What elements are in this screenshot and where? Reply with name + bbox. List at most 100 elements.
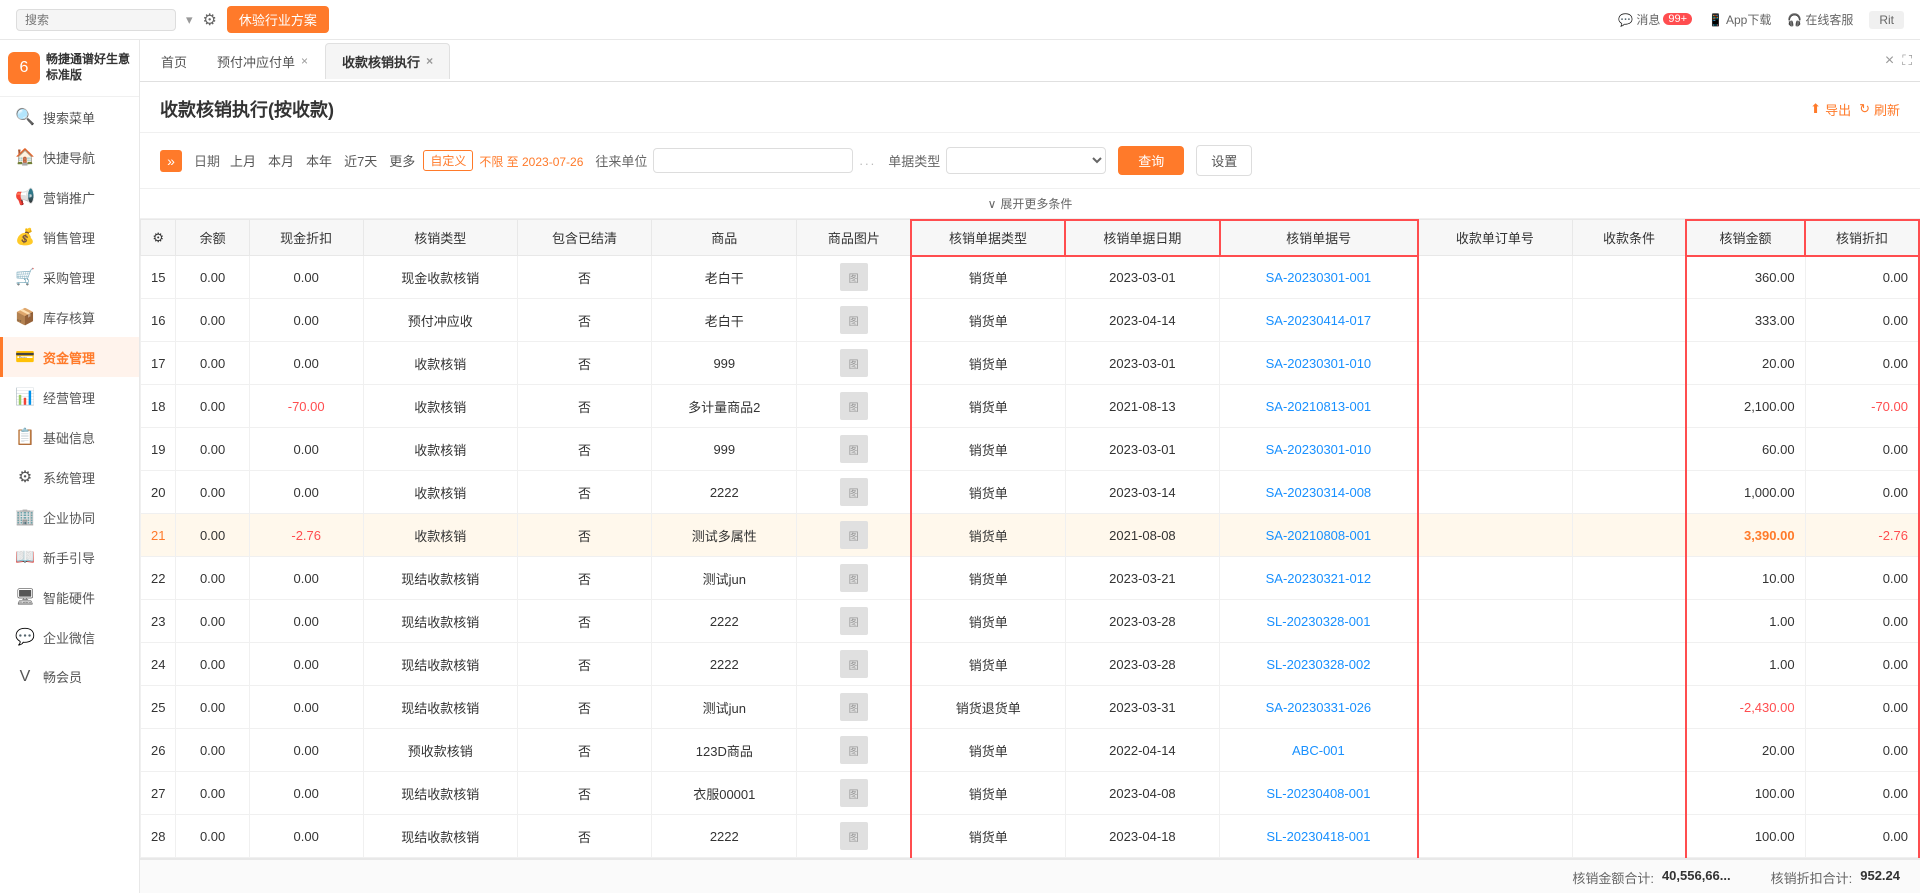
row-writeoff-bill-no[interactable]: SA-20230301-010 bbox=[1220, 342, 1418, 385]
sidebar-item-sales[interactable]: 💰 销售管理 bbox=[0, 217, 139, 257]
date-last-month[interactable]: 上月 bbox=[226, 149, 260, 172]
sidebar-item-inventory[interactable]: 📦 库存核算 bbox=[0, 297, 139, 337]
prepay-tab-close[interactable]: × bbox=[301, 54, 308, 68]
table-container: ⚙ 余额 现金折扣 核销类型 包含已结清 商品 商品图片 核销单据类型 核销单据… bbox=[140, 219, 1920, 858]
tab-collect[interactable]: 收款核销执行 × bbox=[325, 43, 450, 79]
row-writeoff-bill-no[interactable]: SA-20230301-001 bbox=[1220, 256, 1418, 299]
row-collect-order-no bbox=[1418, 772, 1572, 815]
sidebar-item-system[interactable]: ⚙ 系统管理 bbox=[0, 457, 139, 497]
sidebar-item-guide[interactable]: 📖 新手引导 bbox=[0, 537, 139, 577]
row-writeoff-bill-no[interactable]: SA-20230301-010 bbox=[1220, 428, 1418, 471]
bill-type-select[interactable] bbox=[946, 147, 1106, 174]
row-writeoff-discount: 0.00 bbox=[1805, 729, 1919, 772]
row-writeoff-bill-no[interactable]: SA-20210808-001 bbox=[1220, 514, 1418, 557]
close-all-icon[interactable]: × bbox=[1885, 52, 1894, 70]
bill-no-link[interactable]: SA-20230301-010 bbox=[1266, 356, 1372, 371]
app-download-btn[interactable]: 📱 App下载 bbox=[1708, 11, 1771, 28]
online-service-btn[interactable]: 🎧 在线客服 bbox=[1787, 11, 1853, 28]
row-writeoff-bill-no[interactable]: SA-20230314-008 bbox=[1220, 471, 1418, 514]
sidebar-label: 搜索菜单 bbox=[43, 108, 95, 127]
top-search-input[interactable] bbox=[16, 9, 176, 31]
message-btn[interactable]: 💬 消息 99+ bbox=[1618, 11, 1692, 28]
expand-more-button[interactable]: ∨ 展开更多条件 bbox=[988, 195, 1073, 212]
bill-no-link[interactable]: SA-20230321-012 bbox=[1266, 571, 1372, 586]
tab-home[interactable]: 首页 bbox=[148, 43, 200, 79]
row-writeoff-amount: 10.00 bbox=[1686, 557, 1805, 600]
row-goods-image: 图 bbox=[797, 815, 911, 858]
from-unit-input[interactable] bbox=[653, 148, 853, 173]
date-filter-group: 日期 上月 本月 本年 近7天 更多 自定义 不限 至 2023-07-26 bbox=[194, 149, 583, 172]
date-this-year[interactable]: 本年 bbox=[302, 149, 336, 172]
settings-icon[interactable]: ⚙ bbox=[203, 10, 217, 30]
expand-label: 展开更多条件 bbox=[1000, 195, 1072, 212]
bill-no-link[interactable]: SA-20230301-001 bbox=[1266, 270, 1372, 285]
col-writeoff-bill-date: 核销单据日期 bbox=[1065, 220, 1219, 256]
sidebar-item-hardware[interactable]: 🖥 智能硬件 bbox=[0, 577, 139, 617]
row-writeoff-bill-no[interactable]: SL-20230418-001 bbox=[1220, 815, 1418, 858]
industry-btn[interactable]: 休验行业方案 bbox=[227, 6, 329, 33]
sidebar-item-marketing[interactable]: 📢 营销推广 bbox=[0, 177, 139, 217]
tab-prepay[interactable]: 预付冲应付单 × bbox=[200, 43, 325, 79]
row-writeoff-bill-date: 2023-03-28 bbox=[1065, 600, 1219, 643]
row-no: 15 bbox=[141, 256, 176, 299]
collect-tab-close[interactable]: × bbox=[426, 54, 433, 68]
date-7days[interactable]: 近7天 bbox=[340, 149, 381, 172]
row-writeoff-bill-no[interactable]: SA-20230414-017 bbox=[1220, 299, 1418, 342]
row-writeoff-amount: 333.00 bbox=[1686, 299, 1805, 342]
row-no: 23 bbox=[141, 600, 176, 643]
bill-no-link[interactable]: SA-20210808-001 bbox=[1266, 528, 1372, 543]
sidebar-item-purchase[interactable]: 🛒 采购管理 bbox=[0, 257, 139, 297]
bill-no-link[interactable]: SL-20230418-001 bbox=[1266, 829, 1370, 844]
refresh-button[interactable]: ↻ 刷新 bbox=[1859, 100, 1900, 119]
bill-no-link[interactable]: SL-20230328-001 bbox=[1266, 614, 1370, 629]
bill-no-link[interactable]: SL-20230408-001 bbox=[1266, 786, 1370, 801]
col-settings[interactable]: ⚙ bbox=[141, 220, 176, 256]
bill-no-link[interactable]: SA-20230301-010 bbox=[1266, 442, 1372, 457]
row-writeoff-bill-type: 销货单 bbox=[911, 600, 1065, 643]
sidebar-item-search[interactable]: 🔍 搜索菜单 bbox=[0, 97, 139, 137]
row-no: 20 bbox=[141, 471, 176, 514]
maximize-icon[interactable]: ⛶ bbox=[1902, 52, 1912, 69]
user-badge[interactable]: Rit bbox=[1869, 11, 1904, 29]
row-writeoff-bill-date: 2023-03-01 bbox=[1065, 428, 1219, 471]
sidebar-item-enterprise[interactable]: 🏢 企业协同 bbox=[0, 497, 139, 537]
row-writeoff-discount: -70.00 bbox=[1805, 385, 1919, 428]
row-writeoff-bill-date: 2023-03-01 bbox=[1065, 342, 1219, 385]
query-button[interactable]: 查询 bbox=[1118, 146, 1184, 175]
date-custom-btn[interactable]: 自定义 bbox=[423, 150, 473, 171]
sidebar-item-finance[interactable]: 💳 资金管理 bbox=[0, 337, 139, 377]
export-button[interactable]: ⬆ 导出 bbox=[1810, 100, 1851, 119]
sidebar-item-wechat[interactable]: 💬 企业微信 bbox=[0, 617, 139, 657]
expand-icon: ∨ bbox=[988, 197, 997, 211]
date-this-month[interactable]: 本月 bbox=[264, 149, 298, 172]
row-collect-condition bbox=[1572, 729, 1686, 772]
date-more[interactable]: 更多 bbox=[385, 149, 419, 172]
sidebar-item-operations[interactable]: 📊 经营管理 bbox=[0, 377, 139, 417]
bill-no-link[interactable]: SA-20230331-026 bbox=[1266, 700, 1372, 715]
row-writeoff-amount: 100.00 bbox=[1686, 772, 1805, 815]
row-balance: 0.00 bbox=[176, 342, 249, 385]
row-writeoff-bill-no[interactable]: SL-20230328-002 bbox=[1220, 643, 1418, 686]
sidebar-item-shortcut[interactable]: 🏠 快捷导航 bbox=[0, 137, 139, 177]
sidebar-item-member[interactable]: V 畅会员 bbox=[0, 657, 139, 696]
bill-no-link[interactable]: ABC-001 bbox=[1292, 743, 1345, 758]
bill-no-link[interactable]: SA-20230414-017 bbox=[1266, 313, 1372, 328]
row-collect-order-no bbox=[1418, 299, 1572, 342]
bill-type-filter-group: 单据类型 bbox=[888, 147, 1106, 174]
settings-button[interactable]: 设置 bbox=[1196, 145, 1252, 176]
bill-no-link[interactable]: SA-20230314-008 bbox=[1266, 485, 1372, 500]
bill-no-link[interactable]: SL-20230328-002 bbox=[1266, 657, 1370, 672]
filter-toggle-button[interactable]: » bbox=[160, 150, 182, 172]
filter-bar: » 日期 上月 本月 本年 近7天 更多 自定义 不限 至 2023-07-26 bbox=[140, 133, 1920, 189]
row-writeoff-bill-no[interactable]: SL-20230328-001 bbox=[1220, 600, 1418, 643]
row-writeoff-bill-no[interactable]: SA-20210813-001 bbox=[1220, 385, 1418, 428]
bill-no-link[interactable]: SA-20210813-001 bbox=[1266, 399, 1372, 414]
row-goods: 老白干 bbox=[652, 299, 797, 342]
sidebar-item-basics[interactable]: 📋 基础信息 bbox=[0, 417, 139, 457]
row-writeoff-bill-no[interactable]: SA-20230321-012 bbox=[1220, 557, 1418, 600]
row-writeoff-bill-no[interactable]: SA-20230331-026 bbox=[1220, 686, 1418, 729]
row-writeoff-bill-no[interactable]: SL-20230408-001 bbox=[1220, 772, 1418, 815]
row-writeoff-bill-no[interactable]: ABC-001 bbox=[1220, 729, 1418, 772]
total-amount-value: 40,556,66... bbox=[1662, 868, 1731, 887]
row-writeoff-discount: 0.00 bbox=[1805, 471, 1919, 514]
